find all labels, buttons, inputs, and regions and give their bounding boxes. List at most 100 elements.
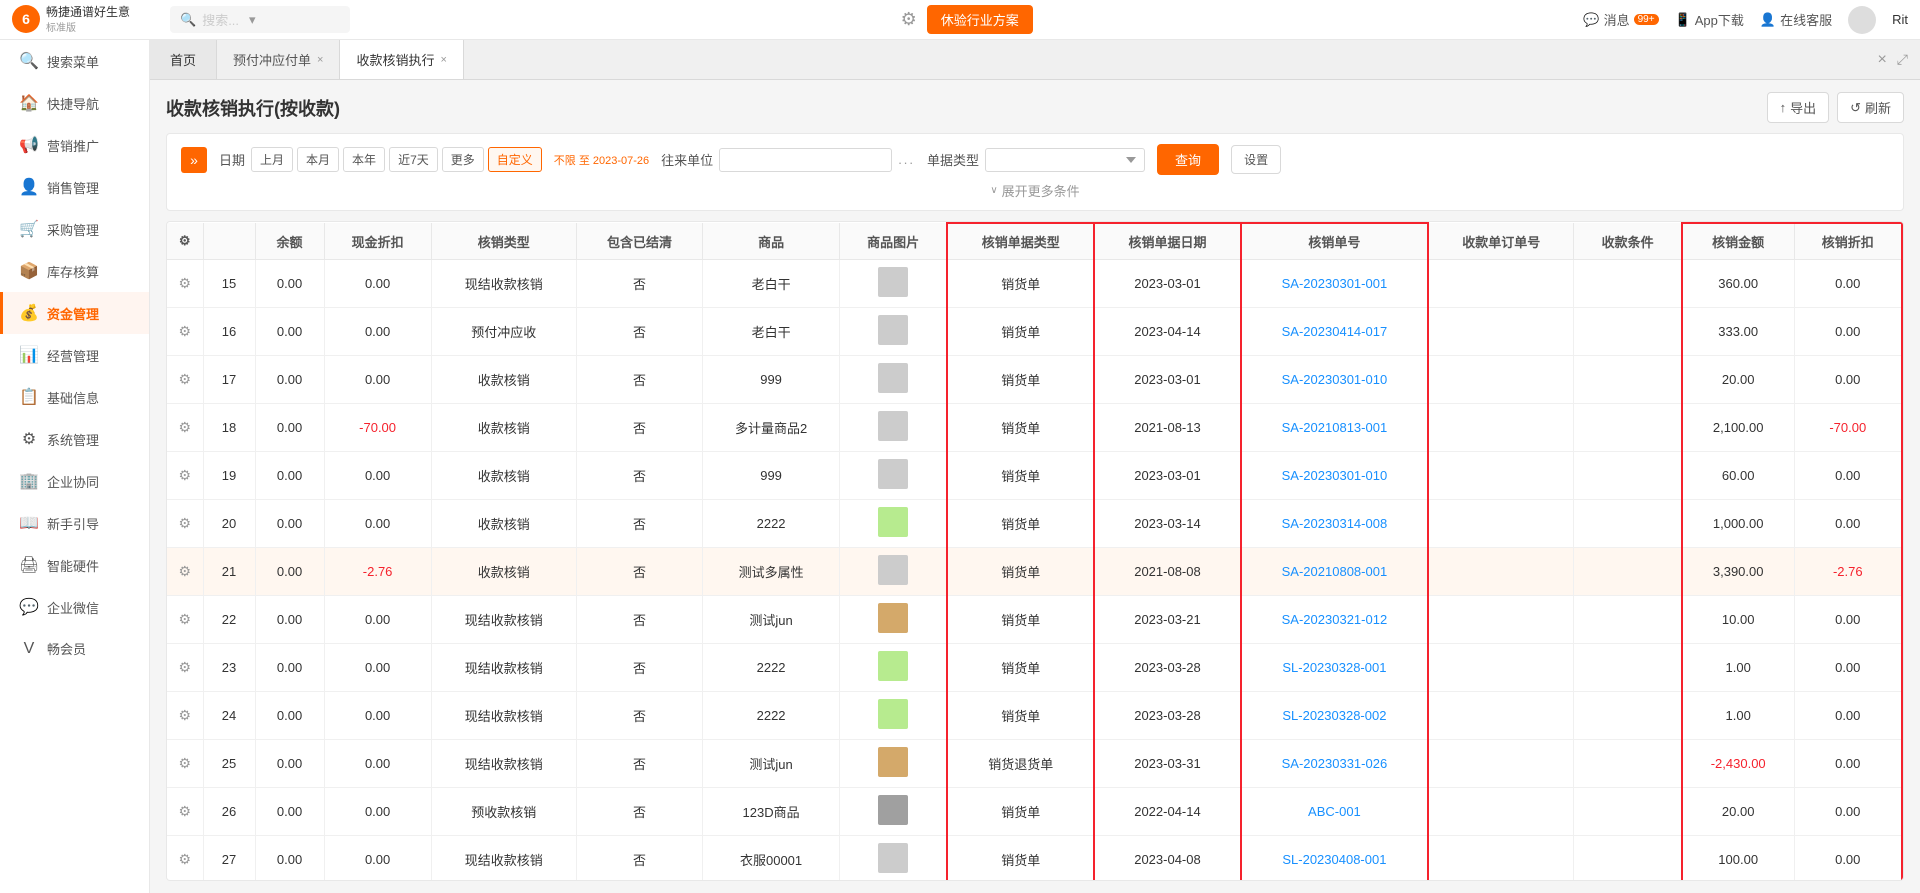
cell-cancel-bill-date: 2023-04-08 <box>1094 836 1241 882</box>
cell-cancel-type: 现结收款核销 <box>431 596 576 644</box>
cell-cancel-bill-no[interactable]: SL-20230408-001 <box>1241 836 1428 882</box>
cell-receipt-condition <box>1574 500 1682 548</box>
bill-type-select[interactable] <box>985 148 1145 172</box>
cell-settings[interactable]: ⚙ <box>167 404 203 452</box>
window-expand-icon[interactable]: ⤢ <box>1897 51 1908 68</box>
cell-cancel-bill-no[interactable]: SL-20230328-002 <box>1241 692 1428 740</box>
cell-include-settled: 否 <box>576 548 702 596</box>
sidebar-item-hardware[interactable]: 🖨智能硬件 <box>0 544 149 586</box>
app-download-btn[interactable]: 📱 App下载 <box>1675 10 1744 29</box>
custom-date-btn[interactable]: 自定义 <box>488 147 542 172</box>
cell-settings[interactable]: ⚙ <box>167 740 203 788</box>
cell-settings[interactable]: ⚙ <box>167 692 203 740</box>
cell-cancel-bill-date: 2021-08-08 <box>1094 548 1241 596</box>
cell-cancel-type: 收款核销 <box>431 548 576 596</box>
cell-balance: 0.00 <box>255 596 324 644</box>
settings-btn[interactable]: 设置 <box>1231 145 1281 174</box>
this-year-btn[interactable]: 本年 <box>343 147 385 172</box>
message-icon: 💬 <box>1583 12 1599 28</box>
cell-settings[interactable]: ⚙ <box>167 308 203 356</box>
cell-cancel-bill-no[interactable]: SA-20230301-010 <box>1241 452 1428 500</box>
cell-settings[interactable]: ⚙ <box>167 356 203 404</box>
cell-cancel-type: 收款核销 <box>431 452 576 500</box>
cell-cash-discount: 0.00 <box>324 452 431 500</box>
tab2-close-icon[interactable]: × <box>440 54 446 66</box>
cell-settings[interactable]: ⚙ <box>167 500 203 548</box>
cell-receipt-condition <box>1574 548 1682 596</box>
sidebar-item-sales[interactable]: 👤销售管理 <box>0 166 149 208</box>
sidebar-item-operations[interactable]: 📊经营管理 <box>0 334 149 376</box>
sidebar-item-wechat[interactable]: 💬企业微信 <box>0 586 149 628</box>
sidebar-icon-basic-info: 📋 <box>19 387 39 407</box>
cell-receipt-condition <box>1574 644 1682 692</box>
last-month-btn[interactable]: 上月 <box>251 147 293 172</box>
cell-cancel-bill-no[interactable]: SA-20210808-001 <box>1241 548 1428 596</box>
table-row: ⚙ 19 0.00 0.00 收款核销 否 999 销货单 2023-03-01… <box>167 452 1902 500</box>
sidebar-item-finance[interactable]: 💰资金管理 <box>0 292 149 334</box>
cell-settings[interactable]: ⚙ <box>167 596 203 644</box>
cell-cancel-amount: 20.00 <box>1682 356 1794 404</box>
sidebar-item-quick-nav[interactable]: 🏠快捷导航 <box>0 82 149 124</box>
cell-goods: 老白干 <box>703 260 840 308</box>
cell-include-settled: 否 <box>576 308 702 356</box>
7days-btn[interactable]: 近7天 <box>389 147 438 172</box>
cell-include-settled: 否 <box>576 740 702 788</box>
export-btn[interactable]: ↑ 导出 <box>1767 92 1830 123</box>
tab-bar-right: × ⤢ <box>1865 40 1920 79</box>
cell-receipt-order-no <box>1428 452 1574 500</box>
cell-settings[interactable]: ⚙ <box>167 260 203 308</box>
sidebar-item-purchase[interactable]: 🛒采购管理 <box>0 208 149 250</box>
sidebar-item-marketing[interactable]: 📢营销推广 <box>0 124 149 166</box>
cell-settings[interactable]: ⚙ <box>167 452 203 500</box>
cell-settings[interactable]: ⚙ <box>167 548 203 596</box>
cell-cancel-bill-no[interactable]: SL-20230328-001 <box>1241 644 1428 692</box>
sidebar-item-member[interactable]: V畅会员 <box>0 628 149 669</box>
cell-cancel-bill-no[interactable]: SA-20230314-008 <box>1241 500 1428 548</box>
cell-settings[interactable]: ⚙ <box>167 788 203 836</box>
gear-icon[interactable]: ⚙ <box>901 9 917 30</box>
top-search-area[interactable]: 🔍 搜索... ▾ <box>170 6 350 33</box>
counterparty-input[interactable] <box>719 148 892 172</box>
cell-settings[interactable]: ⚙ <box>167 644 203 692</box>
th-settings[interactable]: ⚙ <box>167 223 203 260</box>
query-btn[interactable]: 查询 <box>1157 144 1219 175</box>
tab-home[interactable]: 首页 <box>150 40 217 79</box>
message-btn[interactable]: 💬 消息 99+ <box>1583 10 1658 29</box>
cell-cancel-bill-no[interactable]: ABC-001 <box>1241 788 1428 836</box>
sidebar-item-basic-info[interactable]: 📋基础信息 <box>0 376 149 418</box>
cell-goods: 999 <box>703 452 840 500</box>
more-date-btn[interactable]: 更多 <box>442 147 484 172</box>
cell-balance: 0.00 <box>255 692 324 740</box>
sidebar-label-enterprise: 企业协同 <box>47 472 99 491</box>
th-goods: 商品 <box>703 223 840 260</box>
sidebar-item-enterprise[interactable]: 🏢企业协同 <box>0 460 149 502</box>
window-close-icon[interactable]: × <box>1877 51 1886 69</box>
avatar[interactable] <box>1848 6 1876 34</box>
tab1-close-icon[interactable]: × <box>317 54 323 66</box>
refresh-btn[interactable]: ↺ 刷新 <box>1837 92 1904 123</box>
cell-cancel-bill-date: 2023-03-01 <box>1094 452 1241 500</box>
cell-cancel-bill-no[interactable]: SA-20230301-001 <box>1241 260 1428 308</box>
cell-cancel-bill-no[interactable]: SA-20230321-012 <box>1241 596 1428 644</box>
cell-cancel-bill-no[interactable]: SA-20230301-010 <box>1241 356 1428 404</box>
bill-type-label: 单据类型 <box>927 150 979 169</box>
sidebar-item-system[interactable]: ⚙系统管理 <box>0 418 149 460</box>
cell-row-no: 25 <box>203 740 255 788</box>
cell-settings[interactable]: ⚙ <box>167 836 203 882</box>
expand-more[interactable]: ∨ 展开更多条件 <box>181 175 1889 200</box>
cell-cancel-bill-type: 销货单 <box>947 500 1094 548</box>
sidebar-item-guide[interactable]: 📖新手引导 <box>0 502 149 544</box>
tab-cancel[interactable]: 收款核销执行 × <box>340 40 463 79</box>
cell-cancel-bill-no[interactable]: SA-20230331-026 <box>1241 740 1428 788</box>
cell-cancel-bill-date: 2023-03-01 <box>1094 260 1241 308</box>
cell-cancel-bill-no[interactable]: SA-20230414-017 <box>1241 308 1428 356</box>
industry-btn[interactable]: 休验行业方案 <box>927 5 1033 34</box>
app-icon: 📱 <box>1675 12 1691 28</box>
cell-cancel-bill-no[interactable]: SA-20210813-001 <box>1241 404 1428 452</box>
sidebar-item-inventory[interactable]: 📦库存核算 <box>0 250 149 292</box>
sidebar-item-search[interactable]: 🔍搜索菜单 <box>0 40 149 82</box>
online-service-btn[interactable]: 👤 在线客服 <box>1760 10 1832 29</box>
tab-prepay[interactable]: 预付冲应付单 × <box>217 40 340 79</box>
filter-expand-btn[interactable]: » <box>181 147 207 173</box>
this-month-btn[interactable]: 本月 <box>297 147 339 172</box>
